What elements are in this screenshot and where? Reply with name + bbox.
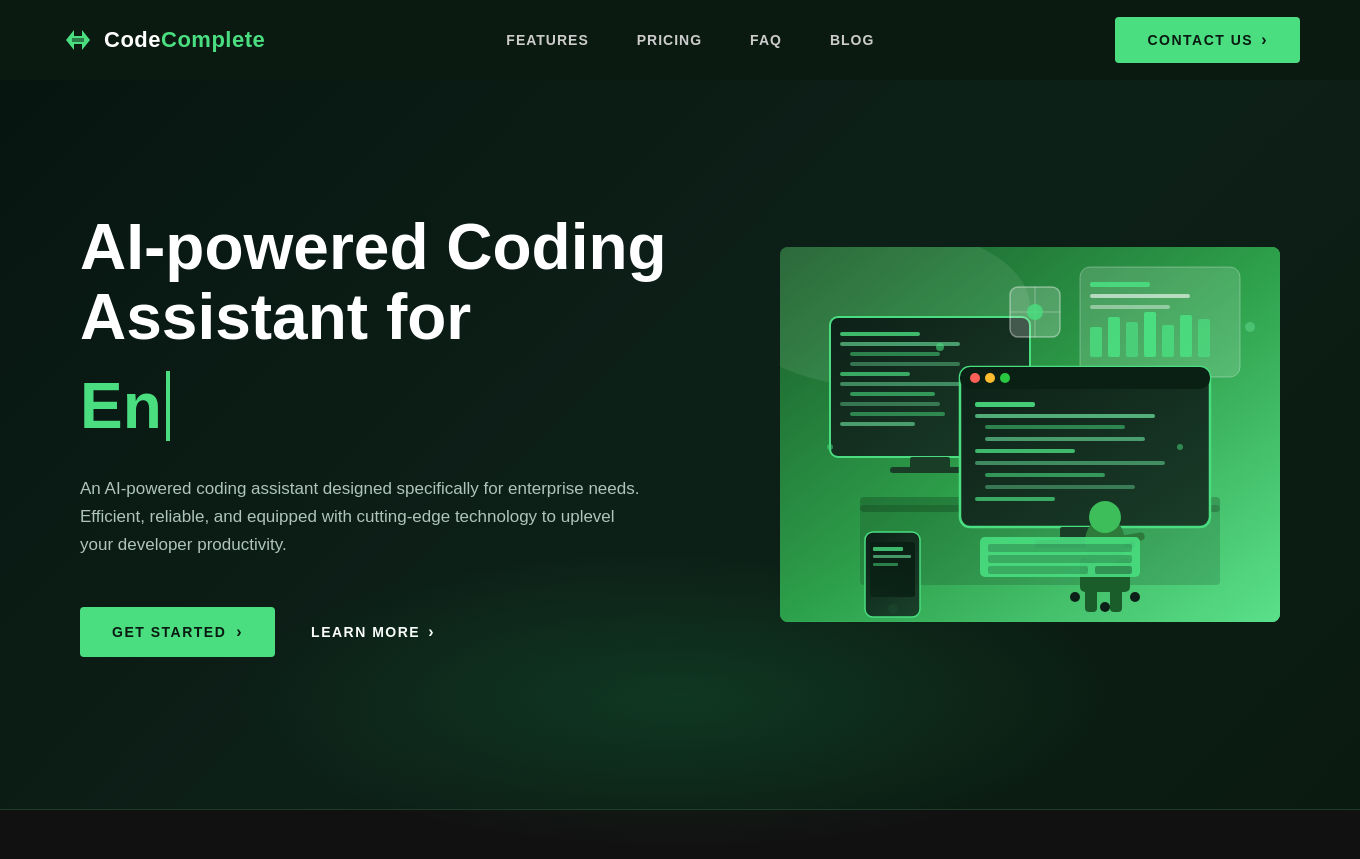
- svg-rect-63: [988, 566, 1088, 574]
- svg-point-73: [1245, 322, 1255, 332]
- get-started-chevron-icon: ›: [236, 623, 243, 641]
- svg-rect-69: [873, 563, 898, 566]
- svg-rect-67: [873, 547, 903, 551]
- svg-rect-12: [840, 402, 940, 406]
- footer-strip: [0, 809, 1360, 859]
- hero-description: An AI-powered coding assistant designed …: [80, 475, 650, 559]
- svg-rect-43: [975, 449, 1075, 453]
- hero-left: AI-powered Coding Assistant for En An AI…: [80, 212, 740, 657]
- svg-rect-55: [1085, 587, 1097, 612]
- svg-rect-18: [1090, 282, 1150, 287]
- svg-point-58: [1130, 592, 1140, 602]
- svg-rect-64: [1095, 566, 1132, 574]
- svg-point-72: [1177, 444, 1183, 450]
- svg-rect-21: [1090, 327, 1102, 357]
- contact-chevron-icon: ›: [1261, 31, 1268, 49]
- svg-rect-9: [840, 372, 910, 376]
- svg-point-53: [1089, 501, 1121, 533]
- svg-rect-20: [1090, 305, 1170, 309]
- hero-svg: [780, 247, 1280, 622]
- navigation: CodeComplete FEATURES PRICING FAQ BLOG C…: [0, 0, 1360, 80]
- svg-point-37: [985, 373, 995, 383]
- contact-us-button[interactable]: CONTACT US ›: [1115, 17, 1300, 63]
- svg-rect-56: [1110, 587, 1122, 612]
- hero-typed-text: En: [80, 369, 740, 443]
- svg-point-57: [1070, 592, 1080, 602]
- hero-section: AI-powered Coding Assistant for En An AI…: [0, 80, 1360, 809]
- nav-features[interactable]: FEATURES: [506, 32, 588, 48]
- svg-rect-62: [988, 555, 1132, 563]
- svg-point-36: [970, 373, 980, 383]
- svg-rect-5: [840, 332, 920, 336]
- svg-rect-42: [985, 437, 1145, 441]
- svg-rect-45: [985, 473, 1105, 477]
- svg-rect-26: [1180, 315, 1192, 357]
- svg-rect-13: [850, 412, 945, 416]
- svg-rect-34: [960, 367, 1210, 527]
- typing-cursor: [166, 371, 170, 441]
- nav-faq[interactable]: FAQ: [750, 32, 782, 48]
- svg-rect-39: [975, 402, 1035, 407]
- svg-rect-68: [873, 555, 911, 558]
- hero-actions: GET STARTED › LEARN MORE ›: [80, 607, 740, 657]
- hero-title: AI-powered Coding Assistant for: [80, 212, 740, 353]
- svg-rect-1: [72, 38, 84, 42]
- logo-text: CodeComplete: [104, 27, 265, 53]
- svg-point-31: [1027, 304, 1043, 320]
- logo-link[interactable]: CodeComplete: [60, 22, 265, 58]
- svg-rect-23: [1126, 322, 1138, 357]
- svg-rect-27: [1198, 319, 1210, 357]
- hero-image: [780, 247, 1280, 622]
- svg-rect-61: [988, 544, 1132, 552]
- svg-rect-8: [850, 362, 960, 366]
- svg-rect-11: [850, 392, 935, 396]
- svg-rect-10: [840, 382, 970, 386]
- svg-rect-25: [1162, 325, 1174, 357]
- get-started-button[interactable]: GET STARTED ›: [80, 607, 275, 657]
- svg-point-38: [1000, 373, 1010, 383]
- svg-point-70: [888, 604, 898, 614]
- svg-rect-16: [890, 467, 970, 473]
- svg-rect-35: [960, 367, 1210, 389]
- nav-links: FEATURES PRICING FAQ BLOG: [506, 31, 874, 49]
- svg-rect-19: [1090, 294, 1190, 298]
- svg-point-71: [936, 343, 944, 351]
- hero-illustration: [780, 247, 1280, 622]
- svg-point-59: [1100, 602, 1110, 612]
- svg-rect-24: [1144, 312, 1156, 357]
- svg-rect-41: [985, 425, 1125, 429]
- svg-rect-7: [850, 352, 940, 356]
- logo-icon: [60, 22, 96, 58]
- svg-rect-22: [1108, 317, 1120, 357]
- svg-rect-44: [975, 461, 1165, 465]
- svg-point-74: [827, 444, 833, 450]
- svg-rect-40: [975, 414, 1155, 418]
- nav-pricing[interactable]: PRICING: [637, 32, 702, 48]
- learn-more-button[interactable]: LEARN MORE ›: [311, 623, 435, 641]
- svg-rect-46: [985, 485, 1135, 489]
- svg-rect-14: [840, 422, 915, 426]
- learn-more-chevron-icon: ›: [428, 623, 435, 641]
- nav-blog[interactable]: BLOG: [830, 32, 874, 48]
- svg-rect-47: [975, 497, 1055, 501]
